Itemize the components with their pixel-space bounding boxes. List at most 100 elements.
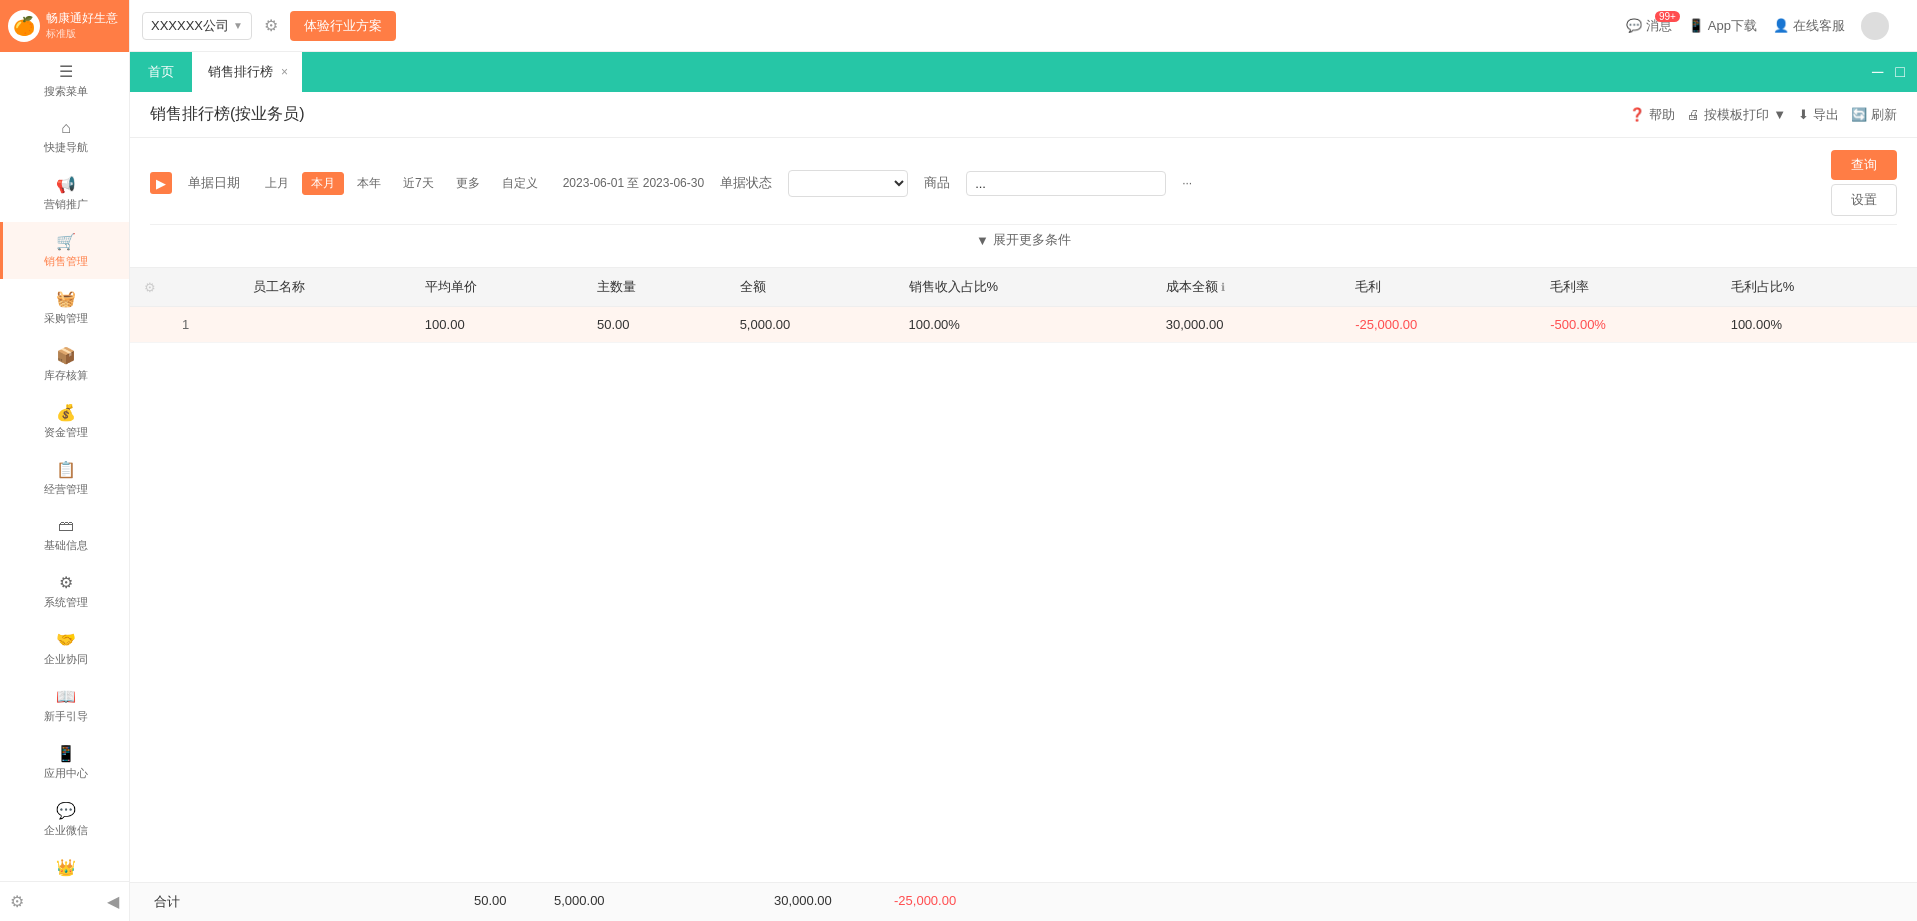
- tab-sales-ranking[interactable]: 销售排行榜 ×: [192, 52, 302, 92]
- sidebar-item-shortcuts[interactable]: ⌂ 快捷导航: [0, 109, 129, 165]
- tab-minimize-icon[interactable]: ─: [1872, 63, 1883, 81]
- table-row: 1 100.00 50.00 5,000.00 100.00% 30,000.0…: [130, 307, 1917, 343]
- sidebar-item-basic[interactable]: 🗃 基础信息: [0, 507, 129, 563]
- collab-icon: 🤝: [56, 630, 76, 649]
- message-icon: 💬: [1626, 18, 1642, 33]
- topbar-settings-icon[interactable]: ⚙: [264, 16, 278, 35]
- sidebar-item-operations[interactable]: 📋 经营管理: [0, 450, 129, 507]
- logo-icon: 🍊: [8, 10, 40, 42]
- avatar[interactable]: [1861, 12, 1889, 40]
- help-icon: ❓: [1629, 107, 1645, 122]
- logo-sub: 标准版: [46, 27, 118, 41]
- print-button[interactable]: 🖨 按模板打印 ▼: [1687, 106, 1786, 124]
- col-avg-price: 平均单价: [413, 268, 585, 307]
- home-icon: ⌂: [61, 119, 71, 137]
- message-badge: 99+: [1655, 11, 1680, 22]
- date-range: 2023-06-01 至 2023-06-30: [563, 175, 704, 192]
- refresh-icon: 🔄: [1851, 107, 1867, 122]
- goods-input[interactable]: [966, 171, 1166, 196]
- tab-maximize-icon[interactable]: □: [1895, 63, 1905, 81]
- date-tab-this-month[interactable]: 本月: [302, 172, 344, 195]
- col-settings[interactable]: ⚙: [130, 268, 170, 307]
- download-icon: 📱: [1688, 18, 1704, 33]
- tab-close-icon[interactable]: ×: [281, 65, 288, 79]
- table-area: ⚙ 员工名称 平均单价 主数量 全额 销售收入占比% 成本全额 ℹ 毛利 毛利率…: [130, 268, 1917, 882]
- settings-icon[interactable]: ⚙: [10, 892, 24, 911]
- refresh-button[interactable]: 🔄 刷新: [1851, 106, 1897, 124]
- export-button[interactable]: ⬇ 导出: [1798, 106, 1839, 124]
- sidebar-item-guide[interactable]: 📖 新手引导: [0, 677, 129, 734]
- expand-more-button[interactable]: ▼ 展开更多条件: [150, 224, 1897, 255]
- date-tabs: 上月 本月 本年 近7天 更多 自定义: [256, 172, 547, 195]
- topbar-right: 💬 消息 99+ 📱 App下载 👤 在线客服: [1626, 12, 1905, 40]
- online-service-action[interactable]: 👤 在线客服: [1773, 17, 1845, 35]
- footer-amount: 5,000.00: [542, 893, 642, 911]
- sidebar-item-wechat[interactable]: 💬 企业微信: [0, 791, 129, 848]
- sidebar-item-search[interactable]: ☰ 搜索菜单: [0, 52, 129, 109]
- col-cost: 成本全额 ℹ: [1154, 268, 1343, 307]
- trial-button[interactable]: 体验行业方案: [290, 11, 396, 41]
- date-tab-this-year[interactable]: 本年: [348, 172, 390, 195]
- tab-home[interactable]: 首页: [130, 52, 192, 92]
- filter-area: ▶ 单据日期 上月 本月 本年 近7天 更多 自定义 2023-06-01 至 …: [130, 138, 1917, 268]
- print-chevron-icon: ▼: [1773, 107, 1786, 122]
- row-employee: [241, 307, 413, 343]
- col-employee: 员工名称: [241, 268, 413, 307]
- app-download-action[interactable]: 📱 App下载: [1688, 17, 1757, 35]
- app-download-label: App下载: [1708, 17, 1757, 35]
- apps-icon: 📱: [56, 744, 76, 763]
- col-rank: [170, 268, 241, 307]
- system-icon: ⚙: [59, 573, 73, 592]
- guide-icon: 📖: [56, 687, 76, 706]
- company-selector[interactable]: XXXXXX公司 ▼: [142, 12, 252, 40]
- header-actions: ❓ 帮助 🖨 按模板打印 ▼ ⬇ 导出 🔄 刷新: [1629, 106, 1897, 124]
- help-button[interactable]: ❓ 帮助: [1629, 106, 1675, 124]
- expand-chevron-icon: ▼: [976, 233, 989, 248]
- app-logo: 🍊 畅康通好生意 标准版: [0, 0, 129, 52]
- online-service-label: 在线客服: [1793, 17, 1845, 35]
- date-tab-custom[interactable]: 自定义: [493, 172, 547, 195]
- status-label: 单据状态: [720, 174, 772, 192]
- collapse-icon[interactable]: ◀: [107, 892, 119, 911]
- sidebar: 🍊 畅康通好生意 标准版 ☰ 搜索菜单 ⌂ 快捷导航 📢 营销推广 🛒 销售管理…: [0, 0, 130, 921]
- status-select[interactable]: [788, 170, 908, 197]
- date-tab-last-month[interactable]: 上月: [256, 172, 298, 195]
- set-button[interactable]: 设置: [1831, 184, 1897, 216]
- footer-revenue-pct: [642, 893, 762, 911]
- date-label: 单据日期: [188, 174, 240, 192]
- sidebar-nav: ☰ 搜索菜单 ⌂ 快捷导航 📢 营销推广 🛒 销售管理 🧺 采购管理 📦 库存核…: [0, 52, 129, 881]
- goods-more-icon[interactable]: ···: [1182, 176, 1192, 190]
- tabbar: 首页 销售排行榜 × ─ □: [130, 52, 1917, 92]
- data-table: ⚙ 员工名称 平均单价 主数量 全额 销售收入占比% 成本全额 ℹ 毛利 毛利率…: [130, 268, 1917, 343]
- export-icon: ⬇: [1798, 107, 1809, 122]
- col-amount: 全额: [728, 268, 897, 307]
- sidebar-item-finance[interactable]: 💰 资金管理: [0, 393, 129, 450]
- row-margin-pct: 100.00%: [1719, 307, 1917, 343]
- sidebar-item-purchase[interactable]: 🧺 采购管理: [0, 279, 129, 336]
- table-footer: 合计 50.00 5,000.00 30,000.00 -25,000.00: [130, 882, 1917, 921]
- finance-icon: 💰: [56, 403, 76, 422]
- sidebar-item-sales[interactable]: 🛒 销售管理: [0, 222, 129, 279]
- sidebar-item-member[interactable]: 👑 畅会员: [0, 848, 129, 881]
- operations-icon: 📋: [56, 460, 76, 479]
- wechat-icon: 💬: [56, 801, 76, 820]
- cost-info-icon: ℹ: [1221, 281, 1225, 293]
- sidebar-item-collab[interactable]: 🤝 企业协同: [0, 620, 129, 677]
- row-gross: -25,000.00: [1343, 307, 1538, 343]
- topbar: XXXXXX公司 ▼ ⚙ 体验行业方案 💬 消息 99+ 📱 App下载 👤 在…: [130, 0, 1917, 52]
- tab-label: 销售排行榜: [208, 63, 273, 81]
- sidebar-item-inventory[interactable]: 📦 库存核算: [0, 336, 129, 393]
- sidebar-item-system[interactable]: ⚙ 系统管理: [0, 563, 129, 620]
- footer-label: 合计: [142, 893, 262, 911]
- query-button[interactable]: 查询: [1831, 150, 1897, 180]
- content-area: 销售排行榜(按业务员) ❓ 帮助 🖨 按模板打印 ▼ ⬇ 导出 🔄 刷新: [130, 92, 1917, 921]
- date-tab-7days[interactable]: 近7天: [394, 172, 443, 195]
- sidebar-item-marketing[interactable]: 📢 营销推广: [0, 165, 129, 222]
- date-tab-more[interactable]: 更多: [447, 172, 489, 195]
- message-action[interactable]: 💬 消息 99+: [1626, 17, 1672, 35]
- filter-toggle-button[interactable]: ▶: [150, 172, 172, 194]
- row-margin-rate: -500.00%: [1538, 307, 1718, 343]
- company-name: XXXXXX公司: [151, 17, 229, 35]
- footer-quantity: 50.00: [462, 893, 542, 911]
- sidebar-item-apps[interactable]: 📱 应用中心: [0, 734, 129, 791]
